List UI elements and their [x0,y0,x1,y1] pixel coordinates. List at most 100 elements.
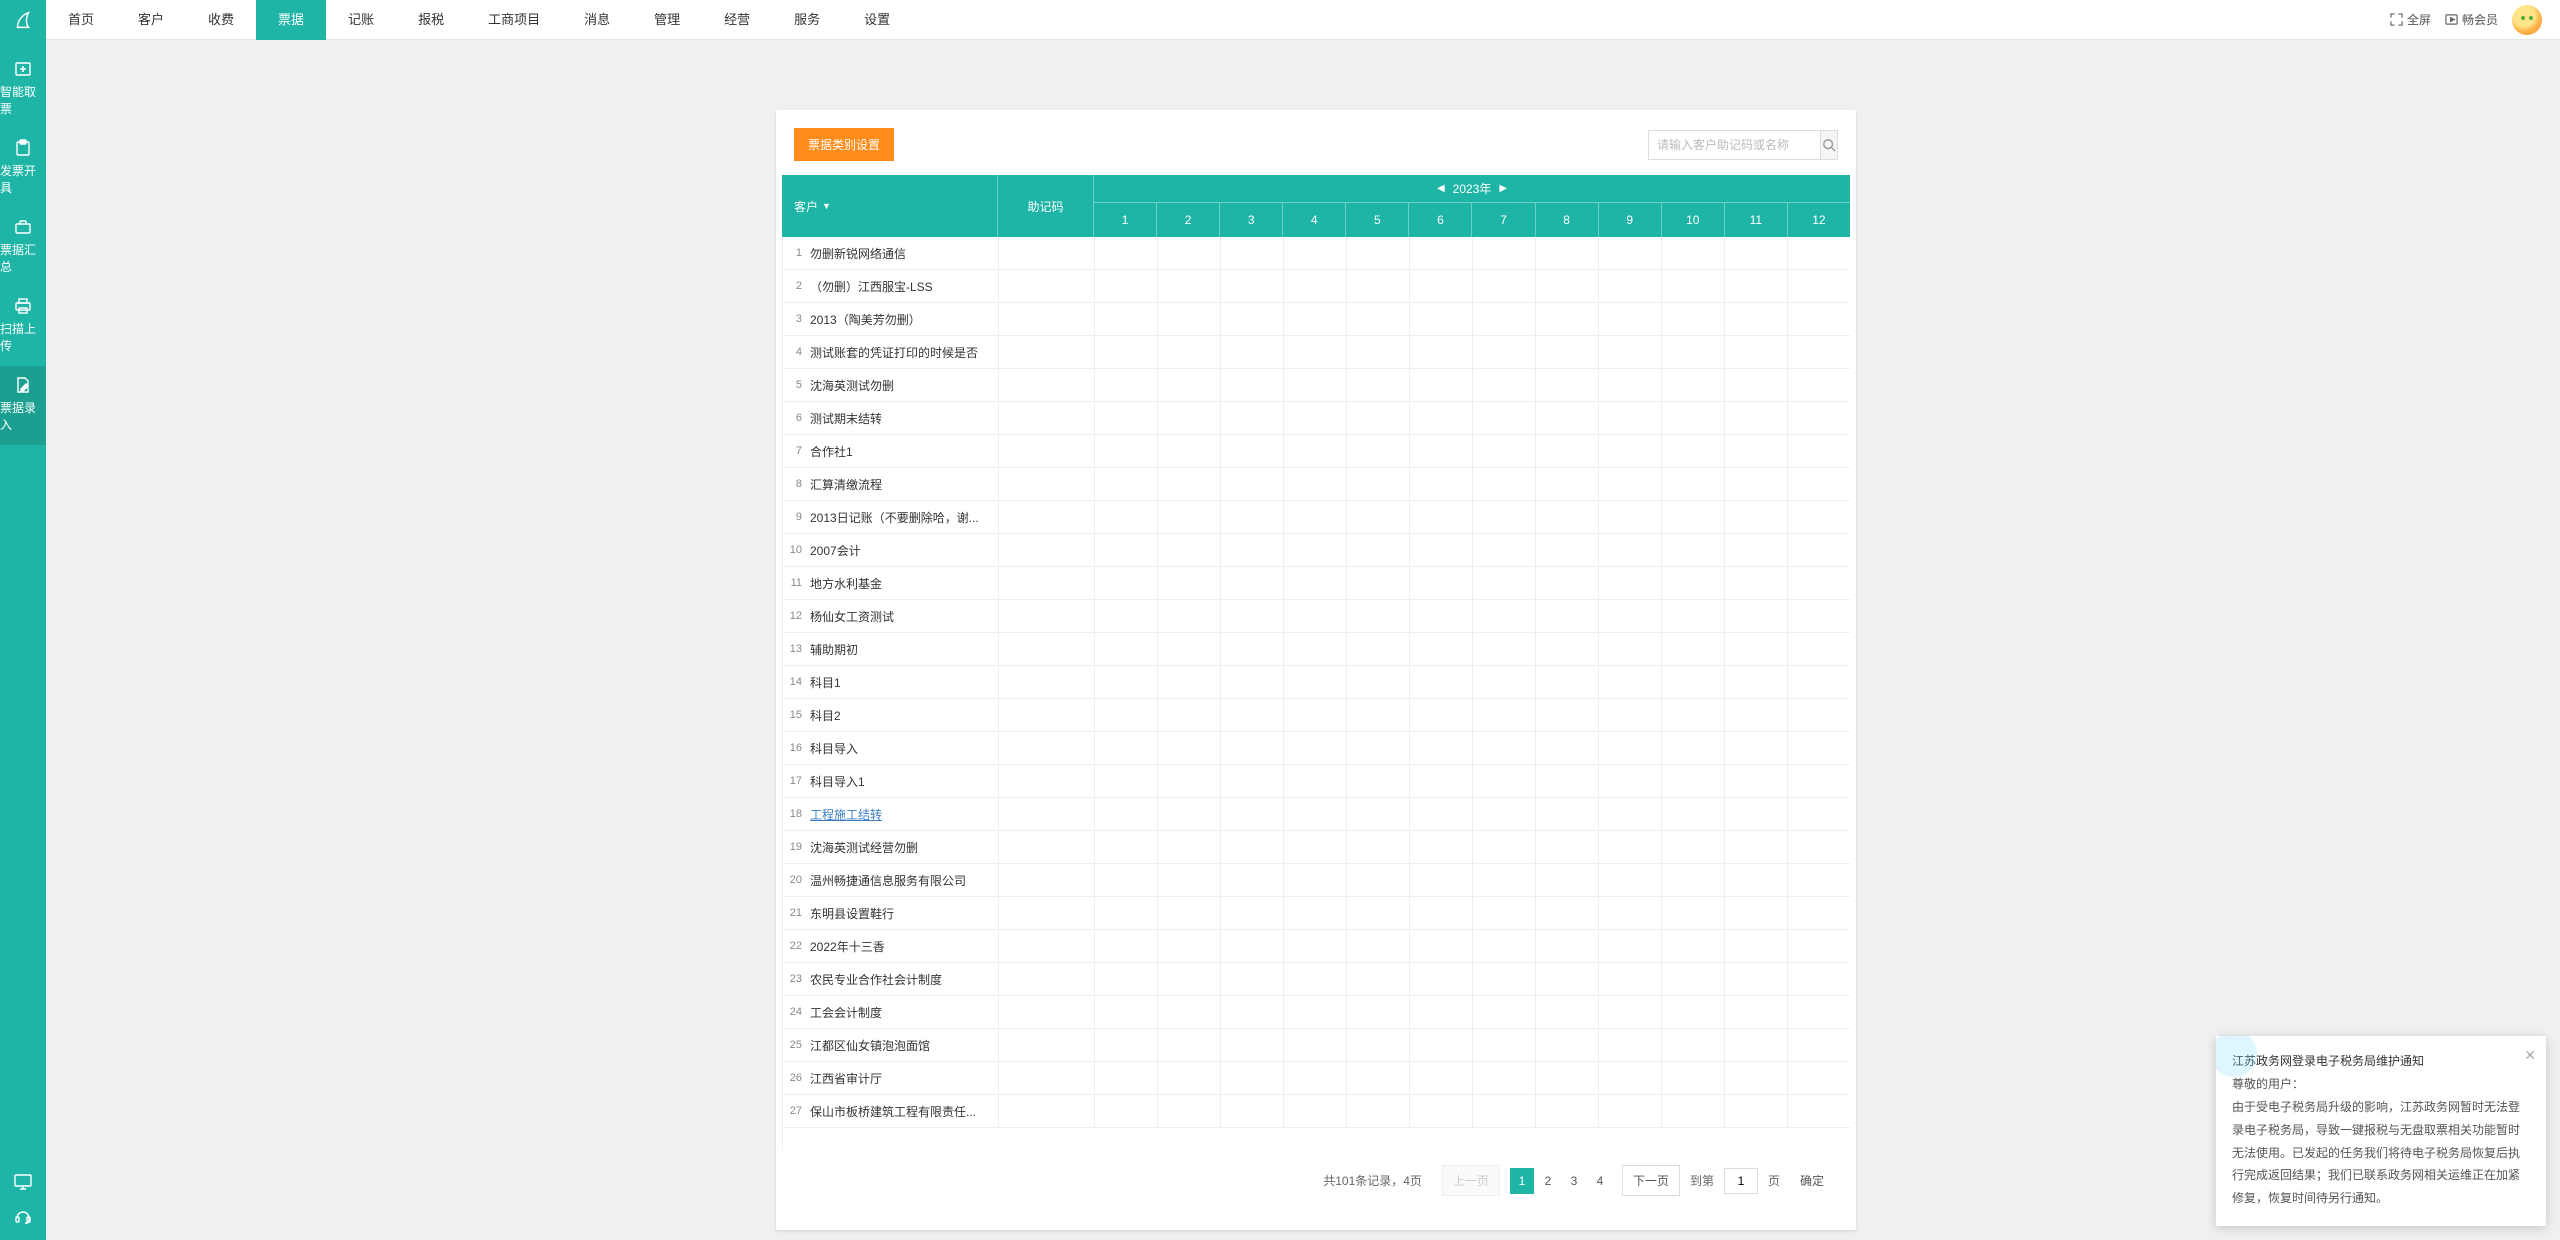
row-month-cell[interactable] [1410,699,1473,731]
table-row[interactable]: 27保山市板桥建筑工程有限责任... [783,1095,1850,1128]
row-month-cell[interactable] [1473,270,1536,302]
row-month-cell[interactable] [1536,270,1599,302]
row-month-cell[interactable] [1788,369,1850,401]
row-month-cell[interactable] [1599,303,1662,335]
row-month-cell[interactable] [1221,435,1284,467]
table-body[interactable]: 1勿删新锐网络通信2（勿删）江西服宝-LSS32013（陶美芳勿删）4测试账套的… [782,237,1850,1151]
row-month-cell[interactable] [1221,996,1284,1028]
row-month-cell[interactable] [1725,303,1788,335]
row-month-cell[interactable] [1095,369,1158,401]
row-month-cell[interactable] [1347,930,1410,962]
row-month-cell[interactable] [1221,765,1284,797]
row-month-cell[interactable] [1662,501,1725,533]
row-month-cell[interactable] [1473,1095,1536,1127]
row-month-cell[interactable] [1662,600,1725,632]
row-month-cell[interactable] [1284,468,1347,500]
pager-jump-input[interactable] [1724,1168,1758,1194]
row-month-cell[interactable] [1158,666,1221,698]
row-month-cell[interactable] [1284,963,1347,995]
row-month-cell[interactable] [1158,963,1221,995]
row-month-cell[interactable] [1347,468,1410,500]
row-month-cell[interactable] [1284,567,1347,599]
row-month-cell[interactable] [1095,963,1158,995]
nav-item-1[interactable]: 客户 [116,0,186,40]
row-month-cell[interactable] [1536,864,1599,896]
row-month-cell[interactable] [1662,1062,1725,1094]
row-month-cell[interactable] [1284,600,1347,632]
row-month-cell[interactable] [1347,567,1410,599]
row-month-cell[interactable] [1284,633,1347,665]
row-month-cell[interactable] [1725,567,1788,599]
row-month-cell[interactable] [1221,864,1284,896]
row-month-cell[interactable] [1284,897,1347,929]
row-month-cell[interactable] [1788,600,1850,632]
row-month-cell[interactable] [1158,303,1221,335]
row-month-cell[interactable] [1536,831,1599,863]
row-month-cell[interactable] [1599,534,1662,566]
row-month-cell[interactable] [1221,402,1284,434]
row-month-cell[interactable] [1410,864,1473,896]
row-month-cell[interactable] [1788,798,1850,830]
row-month-cell[interactable] [1473,435,1536,467]
row-month-cell[interactable] [1473,831,1536,863]
row-month-cell[interactable] [1725,336,1788,368]
row-month-cell[interactable] [1410,666,1473,698]
row-month-cell[interactable] [1662,435,1725,467]
row-month-cell[interactable] [1788,831,1850,863]
row-month-cell[interactable] [1725,897,1788,929]
row-month-cell[interactable] [1410,963,1473,995]
row-month-cell[interactable] [1662,1095,1725,1127]
sidebar-item-3[interactable]: 扫描上传 [0,287,46,366]
row-month-cell[interactable] [1221,831,1284,863]
row-month-cell[interactable] [1788,765,1850,797]
row-month-cell[interactable] [1725,1095,1788,1127]
row-month-cell[interactable] [1347,534,1410,566]
row-month-cell[interactable] [1221,732,1284,764]
row-month-cell[interactable] [1284,237,1347,269]
row-month-cell[interactable] [1473,633,1536,665]
row-month-cell[interactable] [1536,765,1599,797]
row-month-cell[interactable] [1599,435,1662,467]
row-month-cell[interactable] [1599,765,1662,797]
row-month-cell[interactable] [1347,336,1410,368]
row-month-cell[interactable] [1725,699,1788,731]
row-month-cell[interactable] [1599,567,1662,599]
row-month-cell[interactable] [1788,1062,1850,1094]
row-month-cell[interactable] [1536,996,1599,1028]
row-month-cell[interactable] [1158,336,1221,368]
row-month-cell[interactable] [1158,501,1221,533]
row-month-cell[interactable] [1095,897,1158,929]
row-month-cell[interactable] [1599,996,1662,1028]
row-month-cell[interactable] [1725,468,1788,500]
row-month-cell[interactable] [1347,732,1410,764]
row-month-cell[interactable] [1284,996,1347,1028]
row-month-cell[interactable] [1284,501,1347,533]
row-month-cell[interactable] [1788,633,1850,665]
pager-page-3[interactable]: 3 [1562,1168,1586,1194]
row-month-cell[interactable] [1095,1095,1158,1127]
avatar[interactable] [2512,5,2542,35]
row-month-cell[interactable] [1599,732,1662,764]
row-month-cell[interactable] [1347,1062,1410,1094]
table-row[interactable]: 13辅助期初 [783,633,1850,666]
row-month-cell[interactable] [1158,864,1221,896]
row-month-cell[interactable] [1662,732,1725,764]
row-month-cell[interactable] [1095,600,1158,632]
row-month-cell[interactable] [1473,534,1536,566]
table-row[interactable]: 25江都区仙女镇泡泡面馆 [783,1029,1850,1062]
row-month-cell[interactable] [1662,963,1725,995]
row-month-cell[interactable] [1221,270,1284,302]
row-month-cell[interactable] [1599,666,1662,698]
row-month-cell[interactable] [1221,1029,1284,1061]
row-month-cell[interactable] [1284,303,1347,335]
row-month-cell[interactable] [1158,567,1221,599]
row-month-cell[interactable] [1347,996,1410,1028]
row-month-cell[interactable] [1347,303,1410,335]
nav-item-8[interactable]: 管理 [632,0,702,40]
row-month-cell[interactable] [1473,369,1536,401]
table-row[interactable]: 32013（陶美芳勿删） [783,303,1850,336]
row-month-cell[interactable] [1599,237,1662,269]
row-month-cell[interactable] [1788,732,1850,764]
row-month-cell[interactable] [1725,402,1788,434]
row-month-cell[interactable] [1662,765,1725,797]
